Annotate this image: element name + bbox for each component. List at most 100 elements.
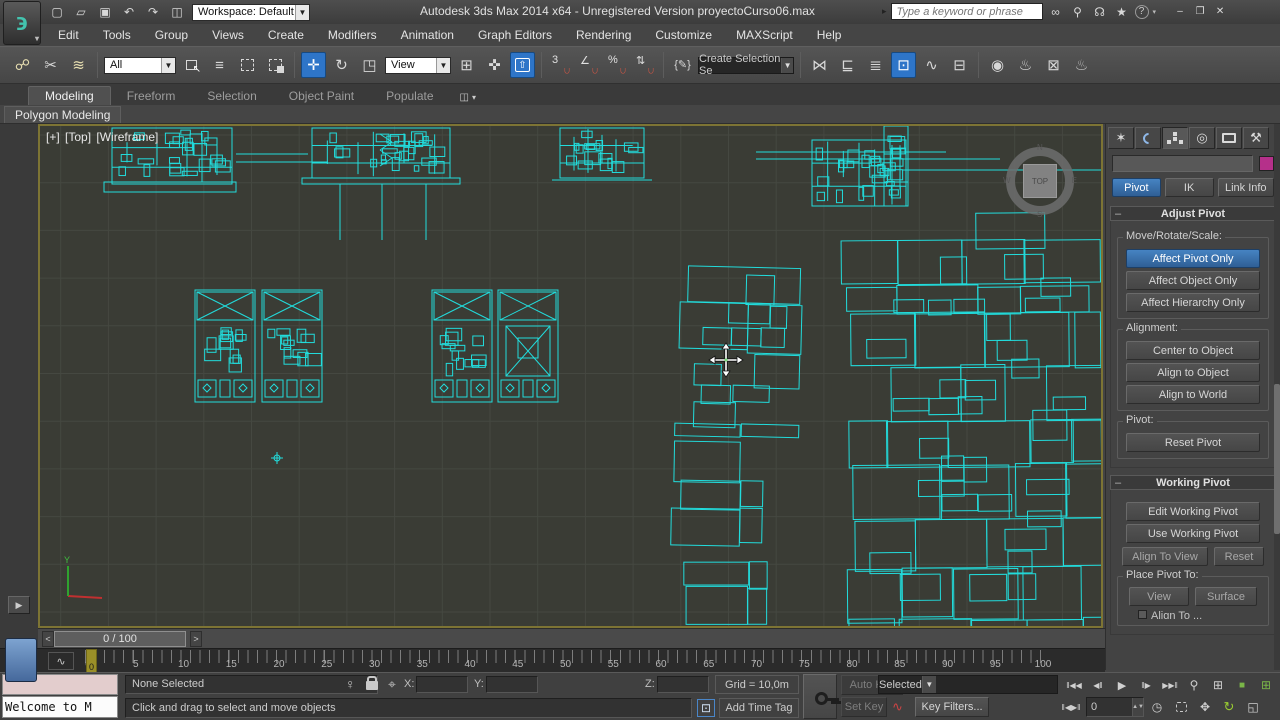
align-to-view-button[interactable]: Align To View xyxy=(1122,547,1208,566)
menu-item[interactable]: Tools xyxy=(91,26,143,44)
key-filters-button[interactable]: Key Filters... xyxy=(915,697,989,717)
mini-curve-editor-button[interactable]: ∿ xyxy=(48,652,74,670)
previous-frame-button[interactable]: ◀‖ xyxy=(1087,675,1109,695)
zoom-all-icon[interactable]: ⊞ xyxy=(1207,675,1229,695)
menu-item[interactable]: Help xyxy=(805,26,854,44)
edit-working-pivot-button[interactable]: Edit Working Pivot xyxy=(1126,502,1260,521)
close-button[interactable]: ✕ xyxy=(1212,5,1228,19)
menu-item[interactable]: Graph Editors xyxy=(466,26,564,44)
search-icon[interactable]: ∞ xyxy=(1047,4,1065,20)
manage-layers-button[interactable]: ≣ xyxy=(863,52,888,78)
object-color-swatch[interactable] xyxy=(1259,156,1274,171)
app-menu-button[interactable]: ϶ ▾ xyxy=(3,1,41,45)
communication-center-icon[interactable]: ☊ xyxy=(1091,4,1109,20)
unlink-selection-button[interactable]: ✂ xyxy=(38,52,63,78)
add-time-tag-button[interactable]: Add Time Tag xyxy=(719,698,799,718)
current-frame-field[interactable]: 0 ▲▼ xyxy=(1086,697,1144,717)
ik-mode-button[interactable]: IK xyxy=(1164,178,1214,197)
viewport-menu-general[interactable]: [+] xyxy=(46,130,60,144)
menu-item[interactable]: Animation xyxy=(389,26,466,44)
scrollbar-thumb[interactable] xyxy=(1274,384,1280,534)
menu-item[interactable]: MAXScript xyxy=(724,26,805,44)
render-production-button[interactable]: ♨ xyxy=(1069,52,1094,78)
spinner-snap-toggle[interactable]: ⇅ ∩ xyxy=(632,52,657,78)
align-to-world-button[interactable]: Align to World xyxy=(1126,385,1260,404)
previous-frame-arrow[interactable]: < xyxy=(42,630,54,647)
render-setup-button[interactable]: ♨ xyxy=(1013,52,1038,78)
tab-hierarchy[interactable] xyxy=(1162,127,1188,149)
curve-editor-button[interactable]: ∿ xyxy=(919,52,944,78)
align-button[interactable]: ⊑ xyxy=(835,52,860,78)
z-coordinate-field[interactable] xyxy=(657,676,709,693)
mirror-button[interactable]: ⋈ xyxy=(807,52,832,78)
time-configuration-button[interactable]: ◷ xyxy=(1146,697,1168,717)
use-working-pivot-button[interactable]: Use Working Pivot xyxy=(1126,524,1260,543)
lock-selection-icon[interactable] xyxy=(366,676,378,690)
align-to-object-button[interactable]: Align to Object xyxy=(1126,363,1260,382)
absolute-offset-mode-icon[interactable]: ⌖ xyxy=(388,677,396,691)
orbit-button[interactable]: ↻ xyxy=(1218,697,1240,717)
y-coordinate-field[interactable] xyxy=(486,676,538,693)
time-slider-handle[interactable]: 0 / 100 xyxy=(54,630,186,647)
reference-coordinate-combo[interactable]: View ▼ xyxy=(385,56,451,74)
ribbon-tab-freeform[interactable]: Freeform xyxy=(111,87,192,105)
use-pivot-center-button[interactable]: ⊞ xyxy=(454,52,479,78)
menu-item[interactable]: Modifiers xyxy=(316,26,389,44)
search-input[interactable] xyxy=(890,3,1043,20)
next-frame-button[interactable]: ‖▶ xyxy=(1135,675,1157,695)
object-name-field[interactable] xyxy=(1112,155,1253,172)
ribbon-minimize-control[interactable]: ◫ ▾ xyxy=(460,92,476,103)
undo-icon[interactable]: ↶ xyxy=(120,4,138,20)
default-tangents-icon[interactable]: ∿ xyxy=(892,699,903,715)
ribbon-tab-modeling[interactable]: Modeling xyxy=(28,86,111,105)
schematic-view-button[interactable]: ⊟ xyxy=(947,52,972,78)
select-by-name-button[interactable]: ≡ xyxy=(207,52,232,78)
current-frame-marker[interactable]: 0 xyxy=(86,649,97,673)
affect-pivot-only-button[interactable]: Affect Pivot Only xyxy=(1126,249,1260,268)
select-and-manipulate-button[interactable]: ✜ xyxy=(482,52,507,78)
zoom-extents-all-icon[interactable]: ⊞ xyxy=(1255,675,1277,695)
affect-object-only-button[interactable]: Affect Object Only xyxy=(1126,271,1260,290)
track-bar[interactable]: ∿ 0 5 10 15 20 25 30 35 40 45 50 55 60 65 70 75 80 85 90 95… xyxy=(0,648,1105,673)
sign-in-icon[interactable]: ⚲ xyxy=(1069,4,1087,20)
menu-item[interactable]: Rendering xyxy=(564,26,643,44)
material-editor-button[interactable]: ◉ xyxy=(985,52,1010,78)
key-mode-toggle[interactable]: ‖◀▶‖ xyxy=(1058,697,1084,717)
tab-modify[interactable] xyxy=(1135,127,1161,149)
set-keys-button[interactable] xyxy=(803,674,839,719)
select-and-move-button[interactable]: ✛ xyxy=(301,52,326,78)
minimize-button[interactable]: – xyxy=(1172,5,1188,19)
ribbon-tab-object-paint[interactable]: Object Paint xyxy=(273,87,370,105)
align-to-view-checkbox-row[interactable]: Align To ... xyxy=(1138,610,1262,619)
zoom-extents-icon[interactable]: ■ xyxy=(1231,675,1253,695)
new-file-icon[interactable]: ▢ xyxy=(48,4,66,20)
zoom-region-button[interactable] xyxy=(1170,697,1192,717)
named-selection-set-combo[interactable]: Create Selection Se ▼ xyxy=(698,53,794,77)
search-go-icon[interactable]: ▸ xyxy=(882,6,887,17)
menu-item[interactable]: Edit xyxy=(46,26,91,44)
play-button[interactable]: ▶ xyxy=(1111,675,1133,695)
affect-hierarchy-only-button[interactable]: Affect Hierarchy Only xyxy=(1126,293,1260,312)
working-pivot-rollout-header[interactable]: – Working Pivot xyxy=(1110,475,1276,490)
ribbon-tab-populate[interactable]: Populate xyxy=(370,87,449,105)
tab-motion[interactable]: ◎ xyxy=(1189,127,1215,149)
isolate-selection-icon[interactable]: ♀ xyxy=(345,677,356,691)
menu-item[interactable]: Group xyxy=(143,26,200,44)
link-info-mode-button[interactable]: Link Info xyxy=(1217,178,1274,197)
angle-snap-toggle[interactable]: ∠ ∩ xyxy=(576,52,601,78)
snap-toggle-3d[interactable]: 3 ∩ xyxy=(548,52,573,78)
favorites-icon[interactable]: ★ xyxy=(1113,4,1131,20)
viewport-menu-view[interactable]: [Top] xyxy=(65,130,91,144)
time-tag-icon[interactable]: ⊡ xyxy=(697,699,715,717)
goto-end-button[interactable]: ▶▶‖ xyxy=(1159,675,1181,695)
tab-utilities[interactable]: ⚒ xyxy=(1243,127,1269,149)
set-key-button[interactable]: Set Key xyxy=(841,697,887,717)
viewport-menu-shading[interactable]: [Wireframe] xyxy=(96,130,158,144)
ribbon-tab-selection[interactable]: Selection xyxy=(191,87,272,105)
viewport-layout-tabs-button[interactable] xyxy=(5,638,37,682)
spinner-icon[interactable]: ▲▼ xyxy=(1132,698,1144,716)
goto-start-button[interactable]: ‖◀◀ xyxy=(1063,675,1085,695)
viewcube-top-face[interactable]: TOP xyxy=(1023,164,1057,198)
keying-selection-combo[interactable]: Selected ▼ xyxy=(878,675,1058,694)
rendered-frame-window-button[interactable]: ⊠ xyxy=(1041,52,1066,78)
